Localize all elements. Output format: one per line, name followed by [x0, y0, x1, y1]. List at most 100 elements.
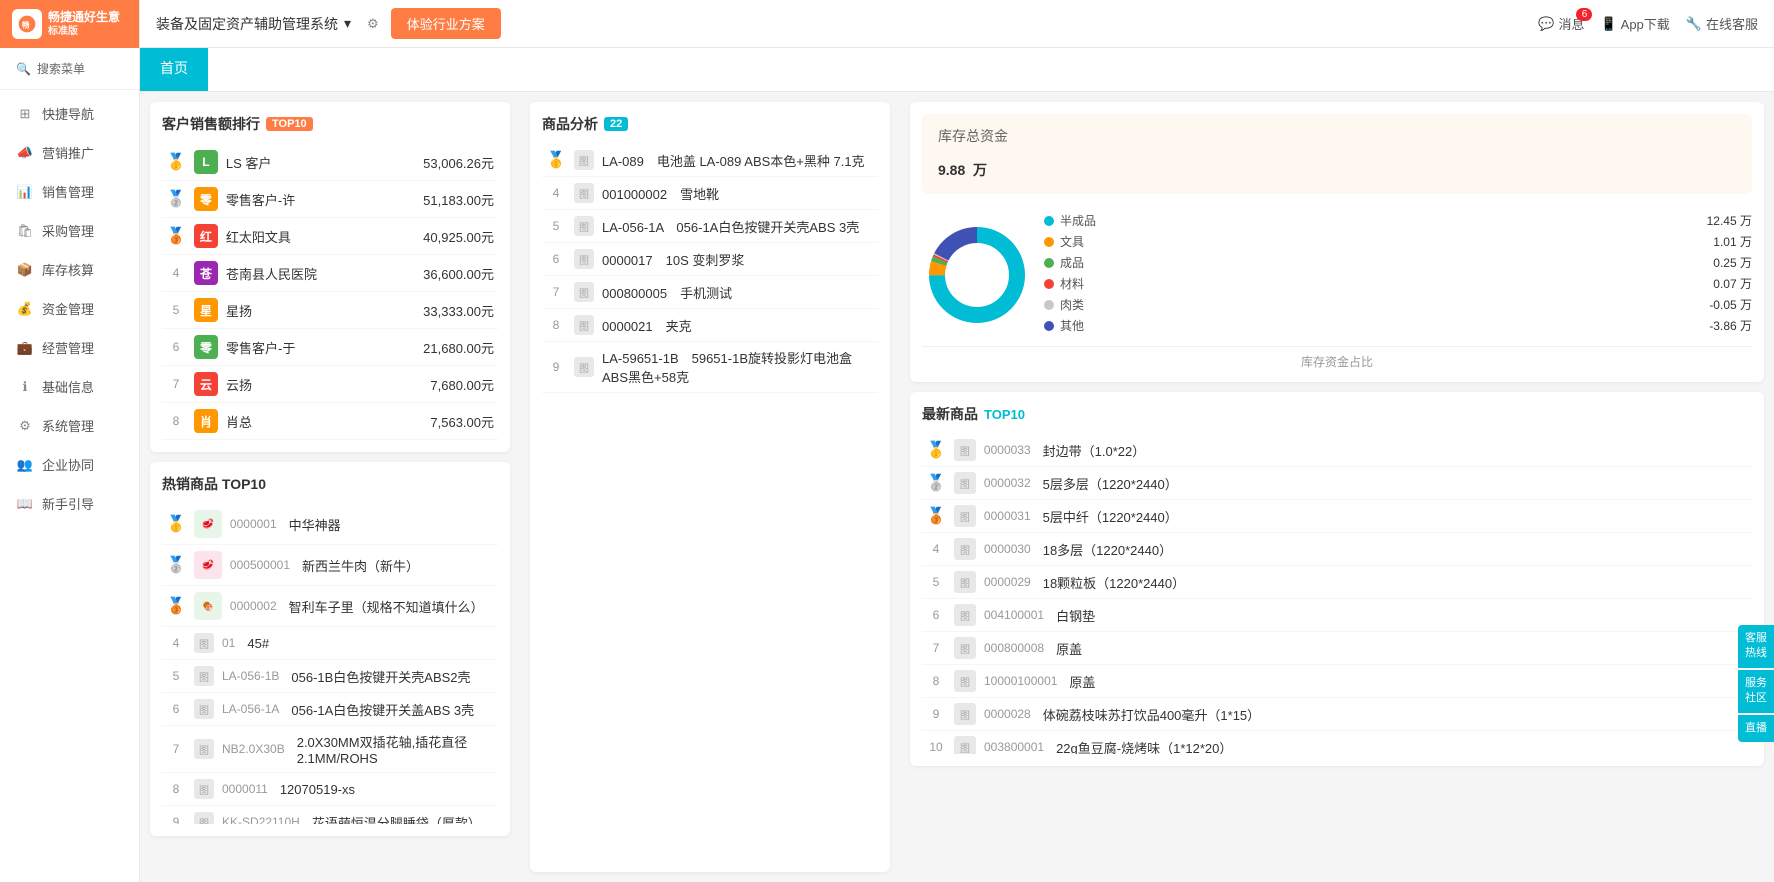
hot-medal-silver: 🥈 — [166, 555, 186, 575]
hot-medal-gold: 🥇 — [166, 514, 186, 534]
hot-row-6: 6 图 LA-056-1A 056-1A白色按键开关盖ABS 3壳 — [162, 693, 498, 726]
customer-amount-8: 7,563.00元 — [430, 412, 494, 431]
mid-hot-name-6: 0000021 夹克 — [602, 316, 874, 335]
system-title[interactable]: 装备及固定资产辅助管理系统 ▾ — [156, 14, 351, 34]
float-btn-live[interactable]: 直播 — [1738, 715, 1774, 742]
avatar-1: L — [194, 150, 218, 174]
sidebar-item-operations[interactable]: 💼 经营管理 — [0, 328, 139, 367]
new-prod-icon-10: 图 — [954, 736, 976, 754]
mid-medal-gold: 🥇 — [546, 150, 566, 170]
settings-icon[interactable]: ⚙ — [367, 16, 379, 32]
sidebar-nav: ⊞ 快捷导航 📣 营销推广 📊 销售管理 🛍 采购管理 📦 库存核算 💰 资金管… — [0, 90, 139, 882]
hot-products-left-title-text: 热销商品 TOP10 — [162, 474, 266, 494]
customer-amount-5: 33,333.00元 — [423, 301, 494, 320]
float-btn-service[interactable]: 客服热线 — [1738, 625, 1774, 668]
main-area: 装备及固定资产辅助管理系统 ▾ ⚙ 体验行业方案 💬 消息 6 📱 App下载 … — [140, 0, 1774, 882]
sidebar-item-collab[interactable]: 👥 企业协同 — [0, 445, 139, 484]
hot-code-9: KK-SD22110H — [222, 815, 300, 824]
customer-name-8: 肖总 — [226, 412, 422, 431]
new-prod-code-5: 0000029 — [984, 575, 1031, 589]
hot-icon-8: 图 — [194, 779, 214, 799]
new-prod-num-10: 10 — [926, 740, 946, 754]
hot-img-1: 🥩 — [194, 510, 222, 538]
inventory-card: 库存总资金 9.88 万 — [910, 102, 1764, 382]
customer-amount-1: 53,006.26元 — [423, 153, 494, 172]
online-service-label: 在线客服 — [1706, 14, 1758, 33]
new-prod-row-6: 6 图 004100001 白钢垫 — [922, 599, 1752, 632]
customer-rank-row-1: 🥇 L LS 客户 53,006.26元 — [162, 144, 498, 181]
sidebar-item-system[interactable]: ⚙ 系统管理 — [0, 406, 139, 445]
customer-rank-row-6: 6 零 零售客户-于 21,680.00元 — [162, 329, 498, 366]
legend-dot-4 — [1044, 279, 1054, 289]
tab-home[interactable]: 首页 — [140, 48, 208, 91]
inventory-amount-number: 9.88 — [938, 162, 965, 178]
sidebar-item-finance[interactable]: 💰 资金管理 — [0, 289, 139, 328]
mid-hot-icon-3: 图 — [574, 216, 594, 236]
app-logo: 畅 畅捷通好生意 标准版 — [0, 0, 139, 48]
gear-icon: ⚙ — [16, 417, 34, 435]
mid-hot-row-7: 9 图 LA-59651-1B 59651-1B旋转投影灯电池盒ABS黑色+58… — [542, 342, 878, 393]
chevron-down-icon: ▾ — [344, 15, 351, 32]
new-prod-num-8: 8 — [926, 674, 946, 688]
new-prod-icon-7: 图 — [954, 637, 976, 659]
legend-name-6: 其他 — [1060, 317, 1686, 334]
mid-hot-icon-7: 图 — [574, 357, 594, 377]
customer-amount-7: 7,680.00元 — [430, 375, 494, 394]
hot-row-5: 5 图 LA-056-1B 056-1B白色按键开关壳ABS2壳 — [162, 660, 498, 693]
avatar-4: 苍 — [194, 261, 218, 285]
megaphone-icon: 📣 — [16, 144, 34, 162]
new-prod-icon-6: 图 — [954, 604, 976, 626]
newest-products-top-label: TOP10 — [984, 407, 1025, 422]
legend-name-2: 文具 — [1060, 233, 1686, 250]
hot-row-8: 8 图 0000011 12070519-xs — [162, 773, 498, 806]
float-btn-community[interactable]: 服务社区 — [1738, 670, 1774, 713]
medal-silver-icon: 🥈 — [166, 189, 186, 209]
newest-products-title-text: 最新商品 — [922, 404, 978, 424]
sidebar-item-basic-label: 基础信息 — [42, 377, 94, 396]
new-prod-code-3: 0000031 — [984, 509, 1031, 523]
mid-hot-row-1: 🥇 图 LA-089 电池盖 LA-089 ABS本色+黑种 7.1克 — [542, 144, 878, 177]
hot-icon-5: 图 — [194, 666, 214, 686]
hot-name-4: 45# — [247, 636, 494, 651]
sidebar-item-marketing[interactable]: 📣 营销推广 — [0, 133, 139, 172]
sidebar-item-guide[interactable]: 📖 新手引导 — [0, 484, 139, 523]
mid-hot-row-3: 5 图 LA-056-1A 056-1A白色按键开关壳ABS 3壳 — [542, 210, 878, 243]
new-prod-row-5: 5 图 0000029 18颗粒板（1220*2440） — [922, 566, 1752, 599]
sidebar-item-basic[interactable]: ℹ 基础信息 — [0, 367, 139, 406]
mid-hot-name-7: LA-59651-1B 59651-1B旋转投影灯电池盒ABS黑色+58克 — [602, 348, 874, 386]
new-prod-num-9: 9 — [926, 707, 946, 721]
newest-products-card: 最新商品 TOP10 🥇 图 0000033 封边带（1.0*22） 🥈 图 0… — [910, 392, 1764, 766]
search-menu-container: 🔍 搜索菜单 — [0, 48, 139, 90]
rank-num-6: 6 — [166, 340, 186, 354]
new-prod-code-2: 0000032 — [984, 476, 1031, 490]
new-prod-row-1: 🥇 图 0000033 封边带（1.0*22） — [922, 434, 1752, 467]
hot-products-mid-card: 商品分析 22 🥇 图 LA-089 电池盖 LA-089 ABS本色+黑种 7… — [530, 102, 890, 872]
app-download-item[interactable]: 📱 App下载 — [1600, 14, 1669, 33]
content-tabs: 首页 — [140, 48, 1774, 92]
rank-num-4: 4 — [166, 266, 186, 280]
new-medal-gold: 🥇 — [926, 440, 946, 460]
inventory-amount-unit: 万 — [973, 162, 987, 178]
hot-rank-4: 4 — [166, 636, 186, 650]
customer-name-6: 零售客户-于 — [226, 338, 415, 357]
sidebar-item-quicknav[interactable]: ⊞ 快捷导航 — [0, 94, 139, 133]
sidebar-item-inventory[interactable]: 📦 库存核算 — [0, 250, 139, 289]
message-item[interactable]: 💬 消息 6 — [1538, 14, 1584, 33]
sidebar-item-purchase[interactable]: 🛍 采购管理 — [0, 211, 139, 250]
hot-name-3: 智利车子里（规格不知道填什么） — [289, 597, 494, 616]
new-prod-name-9: 体碗荔枝味苏打饮品400毫升（1*15） — [1043, 705, 1748, 724]
new-prod-name-1: 封边带（1.0*22） — [1043, 441, 1748, 460]
trial-button[interactable]: 体验行业方案 — [391, 8, 501, 39]
newest-products-list: 🥇 图 0000033 封边带（1.0*22） 🥈 图 0000032 5层多层… — [922, 434, 1752, 754]
sidebar-item-sales[interactable]: 📊 销售管理 — [0, 172, 139, 211]
search-menu-button[interactable]: 🔍 搜索菜单 — [10, 56, 129, 81]
online-service-item[interactable]: 🔧 在线客服 — [1686, 14, 1758, 33]
sidebar-item-quicknav-label: 快捷导航 — [42, 104, 94, 123]
new-prod-icon-2: 图 — [954, 472, 976, 494]
customer-ranking-list: 🥇 L LS 客户 53,006.26元 🥈 零 零售客户-许 51,183.0… — [162, 144, 498, 440]
newest-products-title: 最新商品 TOP10 — [922, 404, 1752, 424]
new-prod-num-7: 7 — [926, 641, 946, 655]
top-bar: 装备及固定资产辅助管理系统 ▾ ⚙ 体验行业方案 💬 消息 6 📱 App下载 … — [140, 0, 1774, 48]
service-icon: 🔧 — [1686, 16, 1702, 32]
rank-num-5: 5 — [166, 303, 186, 317]
